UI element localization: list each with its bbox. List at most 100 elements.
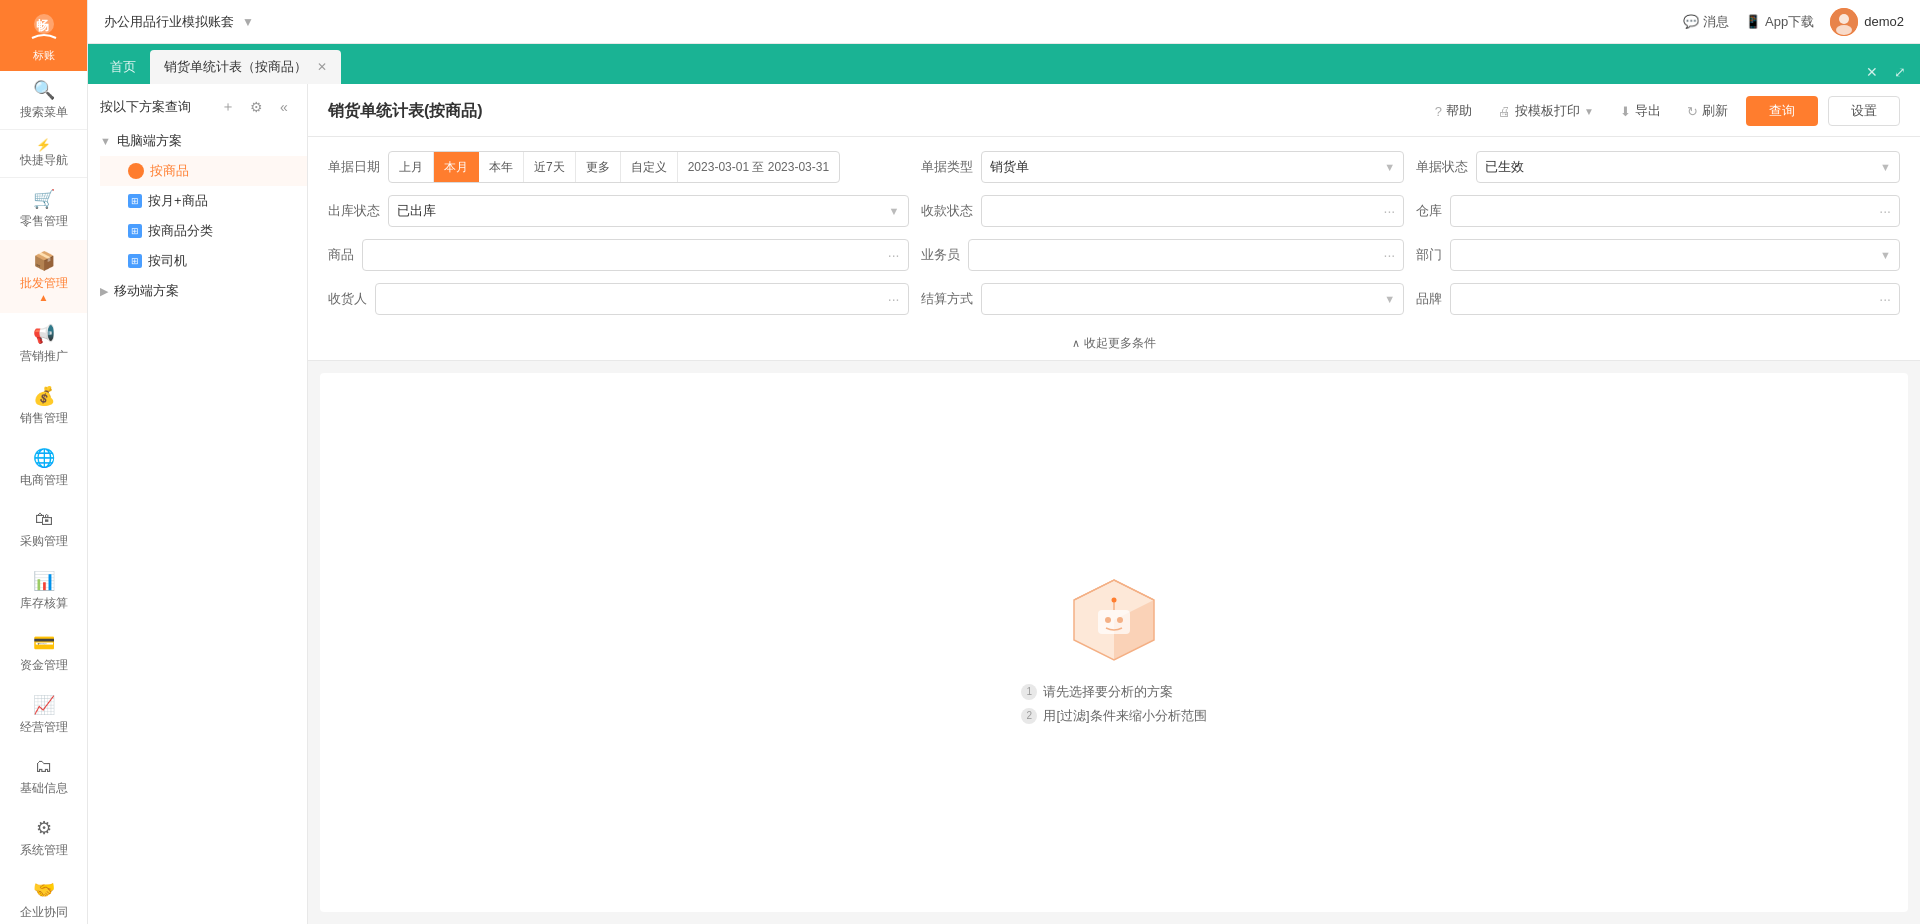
sidebar-item-enterprise[interactable]: 🤝 企业协同 [0, 869, 88, 924]
out-status-input[interactable]: 已出库 ▼ [388, 195, 909, 227]
tab-close-icon[interactable]: ✕ [317, 60, 327, 74]
filter-cell-product: 商品 ··· [328, 239, 909, 271]
tree-item-by-category[interactable]: ⊞ 按商品分类 [100, 216, 307, 246]
tab-expand-btn[interactable]: ⤢ [1888, 60, 1912, 84]
refresh-btn[interactable]: ↻ 刷新 [1679, 98, 1736, 124]
filter-row-4: 收货人 ··· 结算方式 ▼ 品牌 [328, 283, 1900, 315]
app-download-label: App下载 [1765, 13, 1814, 31]
staff-input[interactable]: ··· [968, 239, 1405, 271]
settlement-input[interactable]: ▼ [981, 283, 1405, 315]
sidebar-item-retail[interactable]: 🛒 零售管理 [0, 178, 88, 240]
date-btn-7days[interactable]: 近7天 [524, 152, 576, 182]
sidebar-item-system-label: 系统管理 [20, 842, 68, 859]
settings-button[interactable]: 设置 [1828, 96, 1900, 126]
sidebar-item-system[interactable]: ⚙ 系统管理 [0, 807, 88, 869]
panel-title: 按以下方案查询 [100, 98, 191, 116]
sidebar-item-ecommerce-label: 电商管理 [20, 472, 68, 489]
svg-point-3 [1839, 14, 1849, 24]
warehouse-input[interactable]: ··· [1450, 195, 1900, 227]
doc-type-arrow: ▼ [1384, 161, 1395, 173]
page-actions: ? 帮助 🖨 按模板打印 ▼ ⬇ 导出 ↻ 刷新 [1427, 96, 1900, 126]
top-header: 办公用品行业模拟账套 ▼ 💬 消息 📱 App下载 de [88, 0, 1920, 44]
panel-add-btn[interactable]: ＋ [217, 96, 239, 118]
sidebar-item-procurement[interactable]: 🛍 采购管理 [0, 499, 88, 560]
filter-cell-warehouse: 仓库 ··· [1416, 195, 1900, 227]
wholesale-icon: 📦 [33, 250, 55, 272]
by-cashier-icon: ⊞ [128, 254, 142, 268]
tree-group-pc[interactable]: ▼ 电脑端方案 [88, 126, 307, 156]
tab-home[interactable]: 首页 [96, 50, 150, 84]
date-btn-more[interactable]: 更多 [576, 152, 621, 182]
sidebar-item-sales[interactable]: 💰 销售管理 [0, 375, 88, 437]
user-menu[interactable]: demo2 [1830, 8, 1904, 36]
sidebar-search[interactable]: 🔍 搜索菜单 [0, 71, 88, 130]
dept-input[interactable]: ▼ [1450, 239, 1900, 271]
retail-icon: 🛒 [33, 188, 55, 210]
content-area: 按以下方案查询 ＋ ⚙ « ▼ 电脑端方案 [88, 84, 1920, 924]
brand-input[interactable]: ··· [1450, 283, 1900, 315]
tab-sales-stats-label: 销货单统计表（按商品） [164, 58, 307, 76]
app-download-btn[interactable]: 📱 App下载 [1745, 13, 1814, 31]
date-range-display[interactable]: 2023-03-01 至 2023-03-31 [678, 152, 839, 182]
sidebar-quick-nav[interactable]: ⚡ 快捷导航 [0, 130, 88, 178]
wholesale-arrow: ▲ [39, 292, 49, 303]
sidebar-item-enterprise-label: 企业协同 [20, 904, 68, 921]
settlement-label: 结算方式 [921, 290, 973, 308]
tab-sales-stats[interactable]: 销货单统计表（按商品） ✕ [150, 50, 341, 84]
date-btn-custom[interactable]: 自定义 [621, 152, 678, 182]
tree-item-by-product[interactable]: 按商品 [100, 156, 307, 186]
tree-group-mobile[interactable]: ▶ 移动端方案 [88, 276, 307, 306]
export-btn[interactable]: ⬇ 导出 [1612, 98, 1669, 124]
by-month-product-label: 按月+商品 [148, 192, 208, 210]
empty-hint-1: 1 请先选择要分析的方案 [1021, 683, 1206, 701]
sidebar-item-ecommerce[interactable]: 🌐 电商管理 [0, 437, 88, 499]
product-input[interactable]: ··· [362, 239, 909, 271]
sidebar-item-finance[interactable]: 💳 资金管理 [0, 622, 88, 684]
empty-hints: 1 请先选择要分析的方案 2 用[过滤]条件来缩小分析范围 [1021, 683, 1206, 731]
tree-item-by-cashier[interactable]: ⊞ 按司机 [100, 246, 307, 276]
sidebar-item-basic[interactable]: 🗂 基础信息 [0, 746, 88, 807]
tab-close-btn[interactable]: ✕ [1860, 60, 1884, 84]
filter-cell-doc-status: 单据状态 已生效 ▼ [1416, 151, 1900, 183]
step-2: 2 [1021, 708, 1037, 724]
doc-type-input[interactable]: 销货单 ▼ [981, 151, 1405, 183]
out-status-value: 已出库 [397, 202, 436, 220]
search-icon: 🔍 [33, 79, 55, 101]
pay-status-input[interactable]: ··· [981, 195, 1405, 227]
collapse-btn[interactable]: ∧ 收起更多条件 [308, 327, 1920, 361]
sidebar-item-basic-label: 基础信息 [20, 780, 68, 797]
doc-status-input[interactable]: 已生效 ▼ [1476, 151, 1900, 183]
help-label: 帮助 [1446, 102, 1472, 120]
avatar [1830, 8, 1858, 36]
sidebar-item-wholesale[interactable]: 📦 批发管理 ▲ [0, 240, 88, 313]
user-name: demo2 [1864, 14, 1904, 29]
recipient-input[interactable]: ··· [375, 283, 909, 315]
sidebar-quick-label: 快捷导航 [20, 152, 68, 169]
workspace-dropdown-icon[interactable]: ▼ [242, 15, 254, 29]
panel-settings-btn[interactable]: ⚙ [245, 96, 267, 118]
message-btn[interactable]: 💬 消息 [1683, 13, 1729, 31]
filter-cell-recipient: 收货人 ··· [328, 283, 909, 315]
filter-row-1: 单据日期 上月 本月 本年 近7天 更多 自定义 2023-03-01 至 20… [328, 151, 1900, 183]
sidebar-item-inventory[interactable]: 📊 库存核算 [0, 560, 88, 622]
tree-group-pc-label: 电脑端方案 [117, 132, 182, 150]
sidebar-item-marketing[interactable]: 📢 营销推广 [0, 313, 88, 375]
doc-status-label: 单据状态 [1416, 158, 1468, 176]
date-btn-this-year[interactable]: 本年 [479, 152, 524, 182]
help-btn[interactable]: ? 帮助 [1427, 98, 1480, 124]
tree-group-pc-children: 按商品 ⊞ 按月+商品 ⊞ 按商品分类 ⊞ 按司机 [88, 156, 307, 276]
tree-item-by-month-product[interactable]: ⊞ 按月+商品 [100, 186, 307, 216]
date-btn-this-month[interactable]: 本月 [434, 152, 479, 182]
filter-cell-pay-status: 收款状态 ··· [921, 195, 1405, 227]
sidebar-item-operations[interactable]: 📈 经营管理 [0, 684, 88, 746]
print-template-btn[interactable]: 🖨 按模板打印 ▼ [1490, 98, 1602, 124]
sidebar-item-marketing-label: 营销推广 [20, 348, 68, 365]
date-btn-last-month[interactable]: 上月 [389, 152, 434, 182]
procurement-icon: 🛍 [35, 509, 53, 530]
panel-collapse-btn[interactable]: « [273, 96, 295, 118]
marketing-icon: 📢 [33, 323, 55, 345]
app-download-icon: 📱 [1745, 14, 1761, 29]
panel-header-actions: ＋ ⚙ « [217, 96, 295, 118]
recipient-dots: ··· [888, 291, 900, 307]
query-button[interactable]: 查询 [1746, 96, 1818, 126]
